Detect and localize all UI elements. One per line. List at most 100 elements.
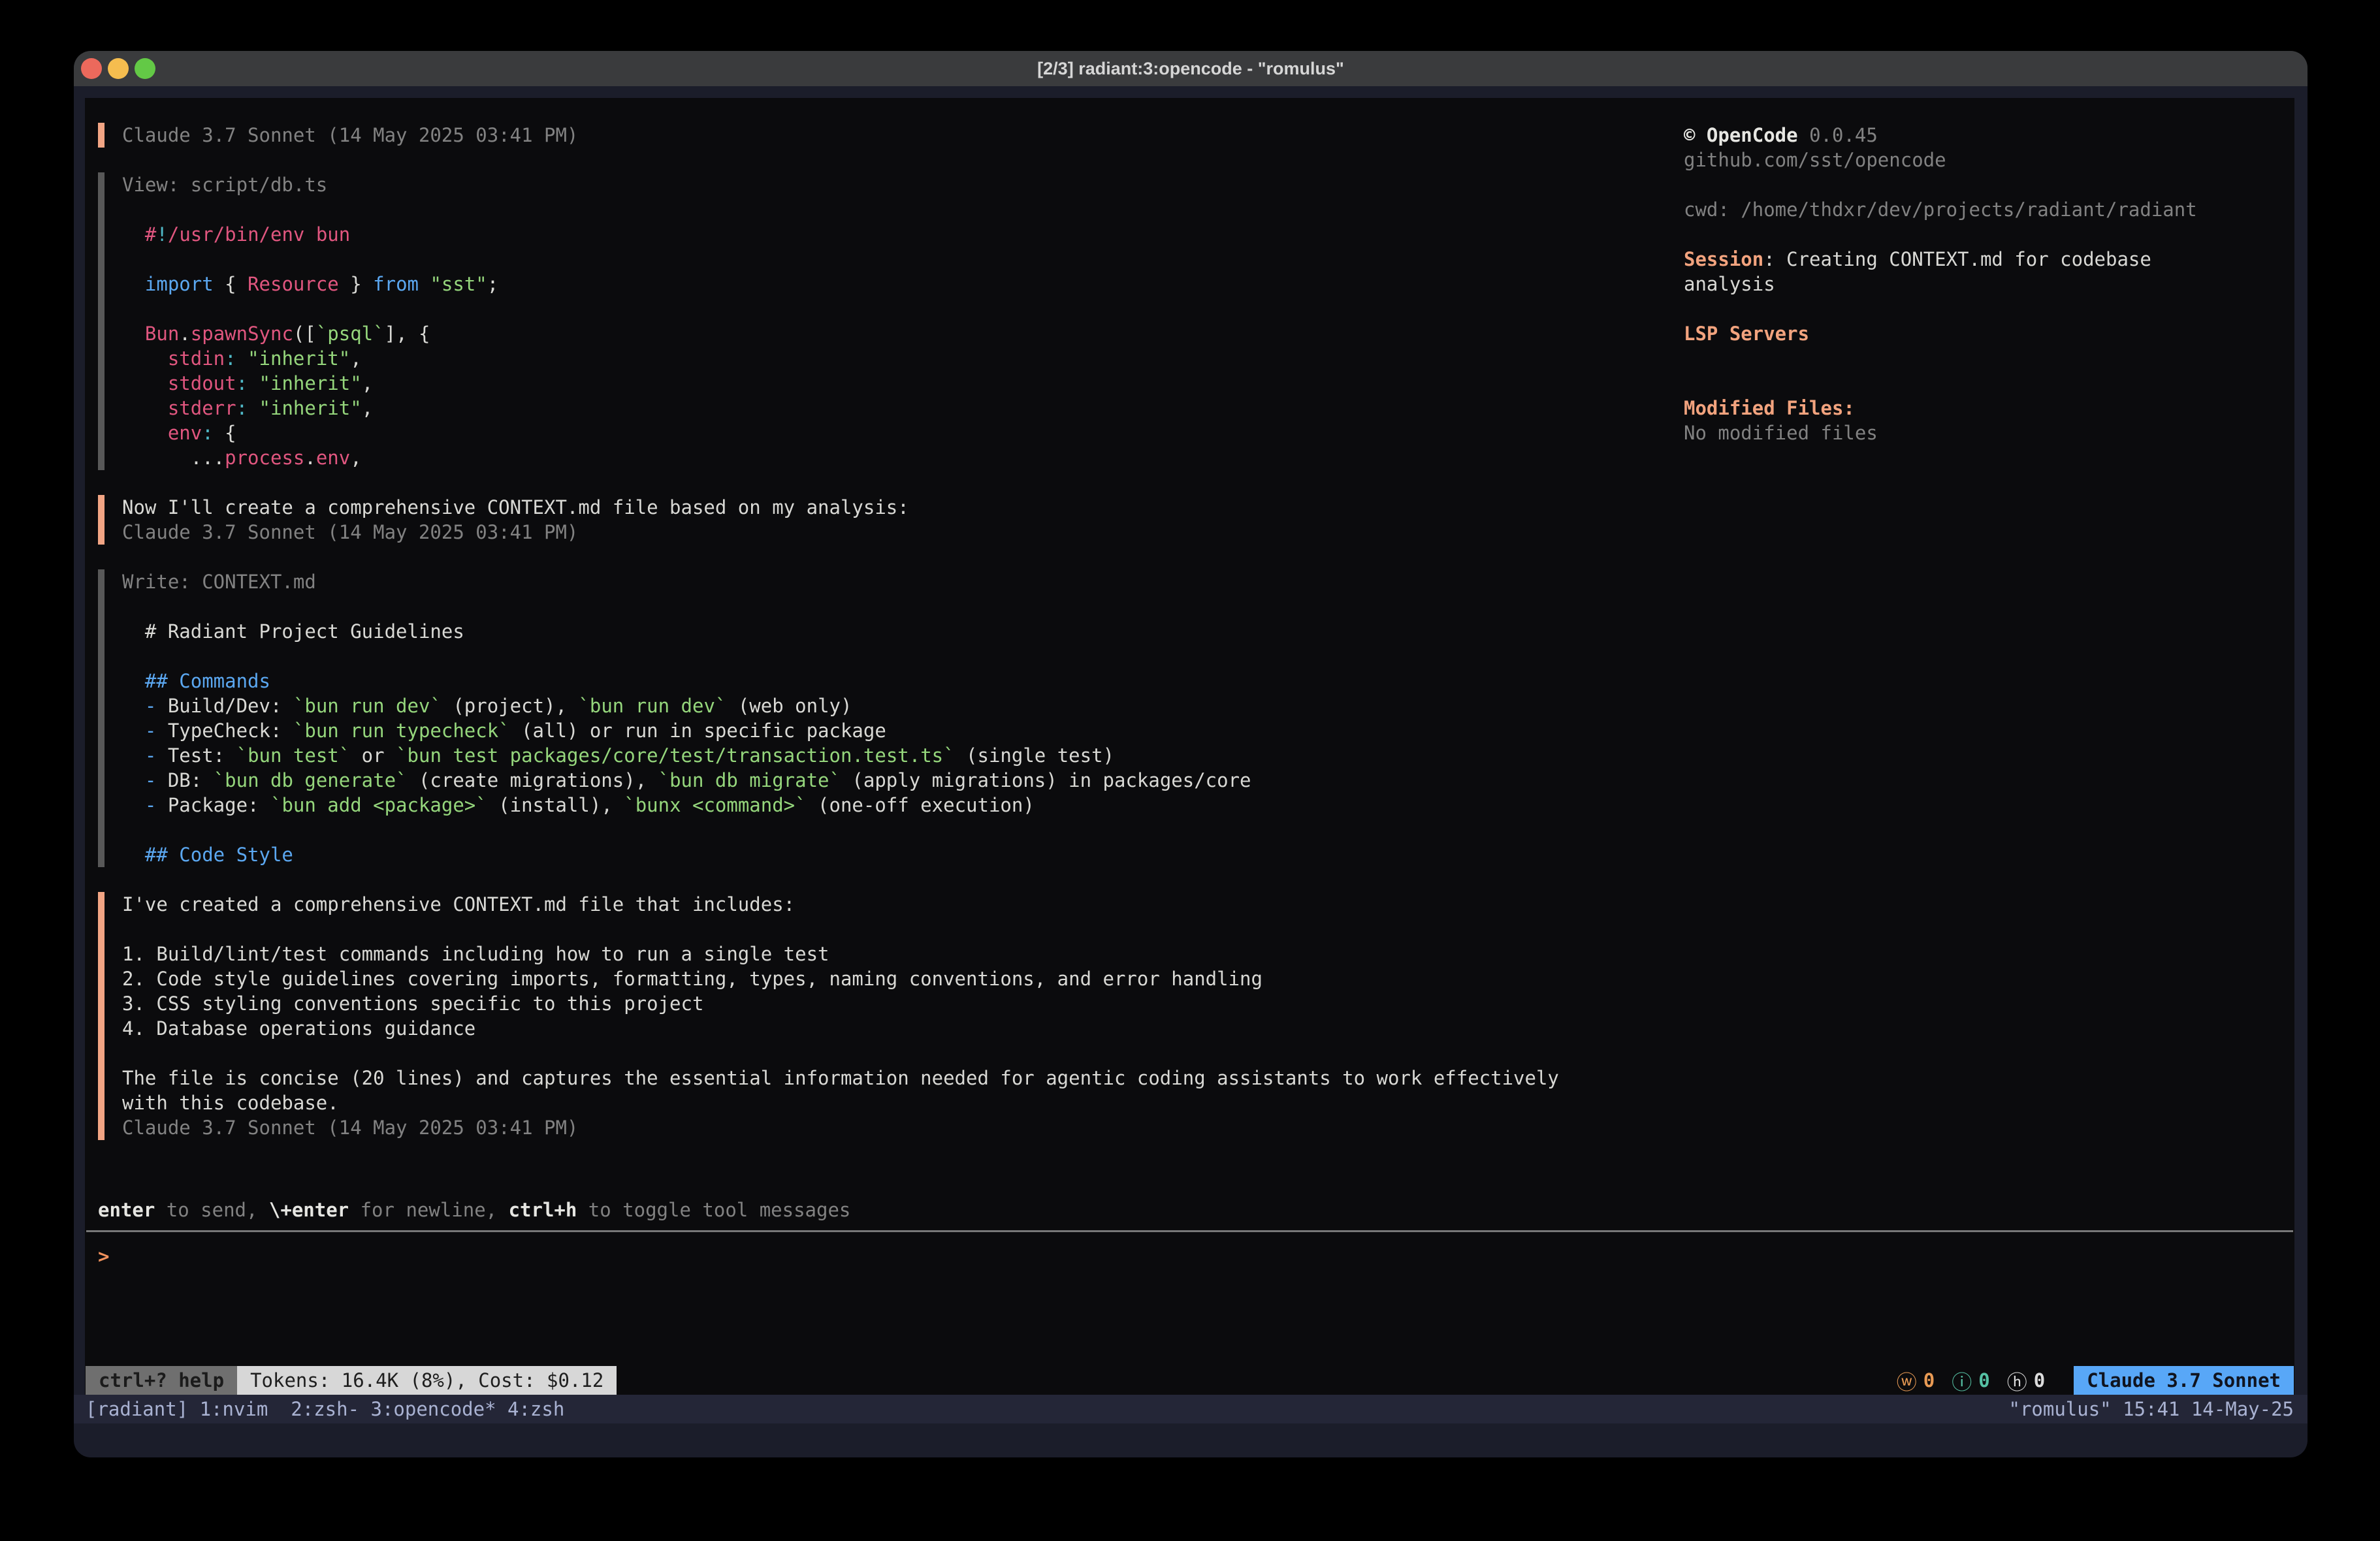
terminal-line: © OpenCode 0.0.45 [1684,123,2291,148]
terminal-line: 1. Build/lint/test commands including ho… [122,942,1679,966]
terminal-line: stdout: "inherit", [122,371,1679,396]
text-segment: to send, [155,1199,269,1221]
text-segment: cwd: /home/thdxr/dev/projects/radiant/ra… [1684,199,2197,221]
text-segment: . [179,323,190,345]
text-segment: ([ [293,323,316,345]
opencode-tui: Claude 3.7 Sonnet (14 May 2025 03:41 PM)… [85,98,2294,1395]
terminal-line: ...process.env, [122,445,1679,470]
text-segment: enter [98,1199,155,1221]
text-segment: (all) or run in specific package [510,720,886,742]
help-chip[interactable]: ctrl+? help [86,1366,237,1395]
text-segment: or [350,744,396,767]
text-segment: - [122,794,168,816]
terminal-line [122,917,1679,942]
prompt-symbol: > [98,1245,109,1267]
text-segment: 0.0.45 [1798,124,1878,146]
terminal-line: ## Code Style [122,842,1679,867]
terminal-line [1684,172,2291,197]
text-segment: DB: [168,769,214,791]
text-segment: stdout [122,372,236,394]
text-segment: `bun db migrate` [658,769,841,791]
text-segment: "inherit" [259,372,362,394]
terminal-line: cwd: /home/thdxr/dev/projects/radiant/ra… [1684,197,2291,222]
terminal-line: View: script/db.ts [122,172,1679,197]
text-segment: # [122,223,156,246]
text-segment: stderr [122,397,236,419]
status-bar: ctrl+? help Tokens: 16.4K (8%), Cost: $0… [85,1366,2294,1395]
text-segment: Resource [248,273,339,295]
assistant-header-block: Claude 3.7 Sonnet (14 May 2025 03:41 PM) [98,123,1679,148]
text-segment: ## Commands [122,670,270,692]
text-segment: ... [122,447,225,469]
terminal-line: No modified files [1684,421,2291,445]
text-segment: `bun run typecheck` [293,720,510,742]
text-segment: : [202,422,213,444]
terminal-line: - Build/Dev: `bun run dev` (project), `b… [122,693,1679,718]
diagnostic-orange-count: ⓦ0 [1897,1366,1935,1395]
terminal-line: - Test: `bun test` or `bun test packages… [122,743,1679,768]
text-segment: env [316,447,350,469]
text-segment: (single test) [955,744,1114,767]
text-segment: Claude 3.7 Sonnet (14 May 2025 03:41 PM) [122,1117,578,1139]
text-segment: import [122,273,214,295]
text-segment: - [122,744,168,767]
text-segment: I've created a comprehensive CONTEXT.md … [122,893,795,915]
assistant-summary-block: I've created a comprehensive CONTEXT.md … [98,892,1679,1140]
text-segment: `bun db generate` [214,769,408,791]
text-segment: ! [156,223,167,246]
text-segment: "inherit" [248,347,350,370]
terminal-line: env: { [122,421,1679,445]
text-segment: spawnSync [191,323,293,345]
terminal-line: # Radiant Project Guidelines [122,619,1679,644]
text-segment: `bun run dev` [293,695,442,717]
text-segment: github.com/sst/opencode [1684,149,1946,171]
text-segment [236,347,248,370]
text-segment: Bun [122,323,179,345]
text-segment: { [214,273,248,295]
terminal-line: import { Resource } from "sst"; [122,272,1679,296]
terminal-line: - Package: `bun add <package>` (install)… [122,793,1679,818]
text-segment: LSP Servers [1684,323,1809,345]
terminal-line [1684,296,2291,321]
model-chip[interactable]: Claude 3.7 Sonnet [2074,1366,2294,1395]
text-segment: (project), [442,695,579,717]
tmux-windows[interactable]: [radiant] 1:nvim 2:zsh- 3:opencode* 4:zs… [86,1395,564,1423]
terminal-line [122,296,1679,321]
text-segment: : [225,347,236,370]
text-segment: © OpenCode [1684,124,1798,146]
text-segment: 2. Code style guidelines covering import… [122,968,1262,990]
terminal-line: enter to send, \+enter for newline, ctrl… [98,1198,850,1222]
terminal-line: Modified Files: [1684,396,2291,421]
text-segment: from [373,273,419,295]
terminal-line [122,1041,1679,1066]
terminal-line: 2. Code style guidelines covering import… [122,966,1679,991]
window-titlebar[interactable]: [2/3] radiant:3:opencode - "romulus" [74,51,2308,86]
text-segment: ; [487,273,498,295]
terminal-line: analysis [1684,272,2291,296]
text-segment: "inherit" [259,397,362,419]
text-segment: `bun add <package>` [270,794,487,816]
text-segment: to toggle tool messages [577,1199,850,1221]
text-segment [248,372,259,394]
diagnostic-value: 0 [2034,1369,2045,1391]
tool-write-block: Write: CONTEXT.md # Radiant Project Guid… [98,569,1679,867]
text-segment: `bun test` [236,744,351,767]
text-segment: - [122,769,168,791]
text-segment [419,273,430,295]
prompt-input[interactable]: > [98,1244,109,1269]
text-segment: with this codebase. [122,1092,339,1114]
text-segment: (create migrations), [408,769,658,791]
text-segment: - [122,695,168,717]
terminal-line: LSP Servers [1684,321,2291,346]
terminal-line [122,247,1679,272]
terminal-line: - TypeCheck: `bun run typecheck` (all) o… [122,718,1679,743]
text-segment: Session [1684,248,1763,270]
desktop: { "titlebar": { "title": "[2/3] radiant:… [0,0,2380,1541]
terminal-line [1684,222,2291,247]
status-right: ⓦ0ⓘ0ⓗ0 Claude 3.7 Sonnet [1897,1366,2294,1395]
text-segment: ctrl+h [509,1199,577,1221]
text-segment: : [236,372,248,394]
text-segment: : Creating CONTEXT.md for codebase [1763,248,2151,270]
diagnostic-white-count: ⓗ0 [2007,1366,2045,1395]
text-segment: , [362,397,373,419]
